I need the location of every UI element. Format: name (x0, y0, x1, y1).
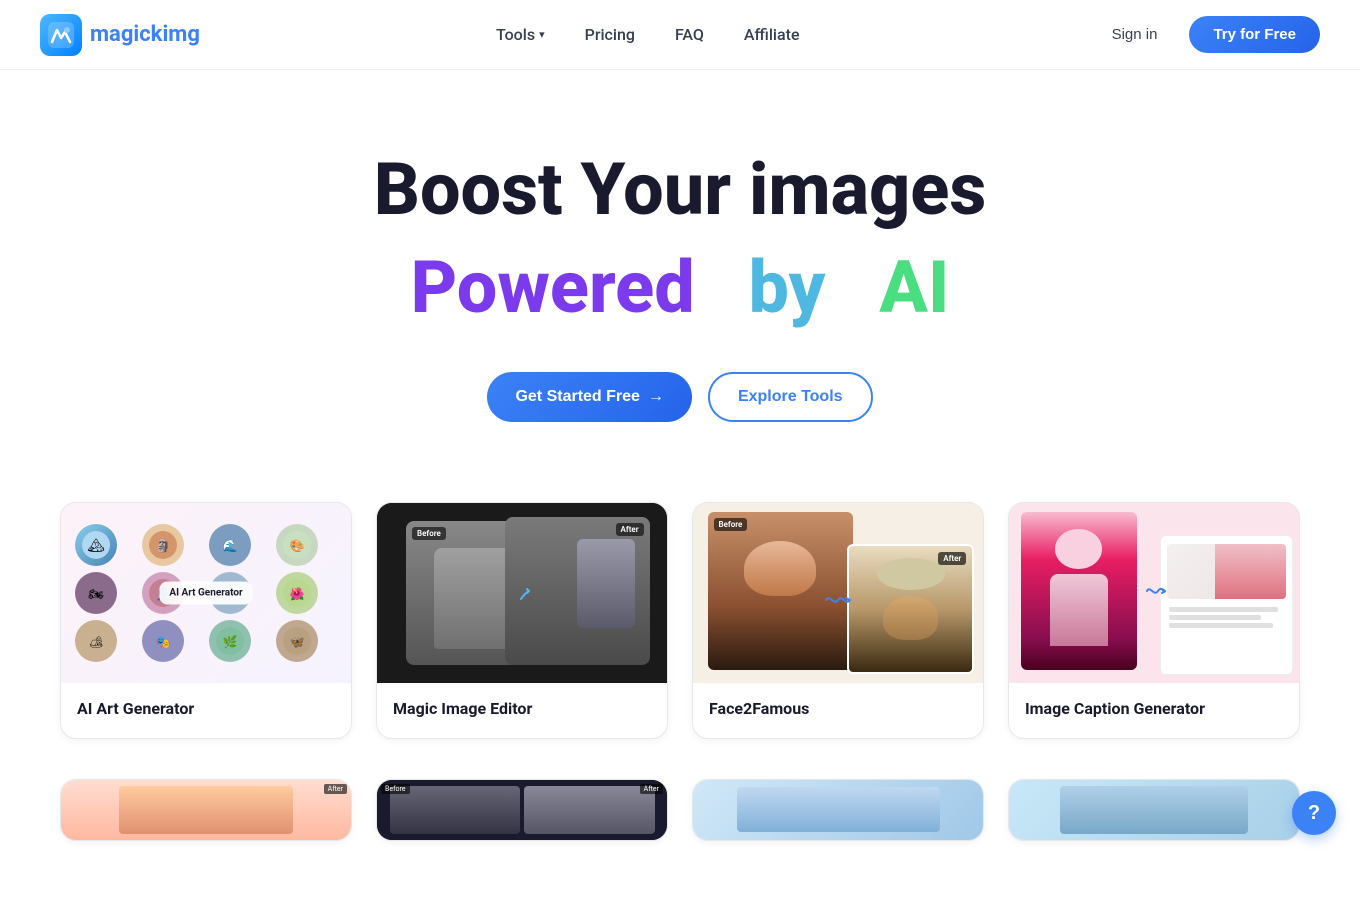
bottom1-after-tag: After (324, 784, 347, 794)
try-free-button[interactable]: Try for Free (1189, 16, 1320, 53)
card-magic-title: Magic Image Editor (377, 683, 667, 738)
explore-tools-button[interactable]: Explore Tools (708, 372, 873, 422)
svg-text:🌺: 🌺 (290, 587, 305, 601)
bottom2-after-tag: After (640, 784, 663, 794)
avatar-circle: 🦋 (276, 620, 318, 662)
svg-text:🎨: 🎨 (290, 538, 305, 553)
hero-buttons: Get Started Free → Explore Tools (20, 372, 1340, 422)
hero-subtitle: Powered by AI (20, 245, 1340, 331)
svg-text:🌊: 🌊 (223, 539, 238, 553)
svg-text:🦋: 🦋 (290, 635, 305, 649)
cards-row-1: 🏔 🗿 🌊 🎨 🏍 AI Art Generator 👤 (0, 482, 1360, 779)
nav-affiliate[interactable]: Affiliate (744, 25, 800, 44)
hero-powered: Powered (411, 245, 695, 330)
nav-links: Tools ▾ Pricing FAQ Affiliate (496, 25, 800, 44)
svg-text:🏕: 🏕 (88, 635, 103, 649)
before-label: Before (412, 527, 446, 540)
card-ai-art-title: AI Art Generator (61, 683, 351, 738)
navbar: magickimg Tools ▾ Pricing FAQ Affiliate … (0, 0, 1360, 70)
svg-text:🏔: 🏔 (87, 538, 105, 554)
card-caption-title: Image Caption Generator (1009, 683, 1299, 738)
help-button[interactable]: ? (1292, 791, 1336, 835)
logo-link[interactable]: magickimg (40, 14, 200, 56)
avatar-circle: 🌺 (276, 572, 318, 614)
sign-in-button[interactable]: Sign in (1096, 18, 1174, 51)
nav-actions: Sign in Try for Free (1096, 16, 1320, 53)
ai-art-center-label: AI Art Generator (159, 581, 252, 604)
avatar-circle: 🏕 (75, 620, 117, 662)
svg-text:🏍: 🏍 (88, 587, 103, 601)
get-started-button[interactable]: Get Started Free → (487, 372, 691, 422)
avatar-circle: 🏍 (75, 572, 117, 614)
card-bottom-3[interactable] (692, 779, 984, 841)
nav-tools[interactable]: Tools ▾ (496, 25, 545, 44)
svg-text:🎭: 🎭 (156, 635, 171, 649)
card-bottom-2-image: Before After (377, 780, 667, 840)
bottom2-before-tag: Before (381, 784, 410, 794)
card-bottom-1[interactable]: After (60, 779, 352, 841)
card-image-caption-generator[interactable]: Image Caption Generator (1008, 502, 1300, 739)
card-face2famous[interactable]: Before After (692, 502, 984, 739)
avatar-circle: 🗿 (142, 524, 184, 566)
after-label: After (616, 523, 644, 536)
tools-chevron-icon: ▾ (539, 28, 545, 41)
avatar-circle: 🎭 (142, 620, 184, 662)
card-magic-image: Before After (377, 503, 667, 683)
card-face2famous-title: Face2Famous (693, 683, 983, 738)
svg-text:🗿: 🗿 (156, 539, 171, 553)
nav-pricing[interactable]: Pricing (585, 25, 635, 44)
card-caption-image (1009, 503, 1299, 683)
card-bottom-3-image (693, 780, 983, 840)
hero-ai: AI (879, 245, 949, 330)
card-ai-art-image: 🏔 🗿 🌊 🎨 🏍 AI Art Generator 👤 (61, 503, 351, 683)
avatar-circle: 🌊 (209, 524, 251, 566)
arrow-right-icon: → (648, 388, 664, 406)
face-before-label: Before (714, 518, 748, 531)
hero-title: Boost Your images (20, 150, 1340, 229)
logo-icon (40, 14, 82, 56)
card-bottom-4-image (1009, 780, 1299, 840)
svg-text:🌿: 🌿 (223, 635, 238, 649)
card-ai-art-generator[interactable]: 🏔 🗿 🌊 🎨 🏍 AI Art Generator 👤 (60, 502, 352, 739)
nav-faq[interactable]: FAQ (675, 25, 704, 44)
card-bottom-1-image: After (61, 780, 351, 840)
card-bottom-4[interactable] (1008, 779, 1300, 841)
card-face-image: Before After (693, 503, 983, 683)
hero-section: Boost Your images Powered by AI Get Star… (0, 70, 1360, 482)
avatar-circle: 🎨 (276, 524, 318, 566)
face-after-label: After (938, 552, 966, 565)
avatar-circle: 🌿 (209, 620, 251, 662)
hero-by: by (749, 245, 826, 330)
avatar-circle: 🏔 (75, 524, 117, 566)
card-magic-image-editor[interactable]: Before After Magic (376, 502, 668, 739)
logo-text: magickimg (90, 22, 200, 47)
card-bottom-2[interactable]: Before After (376, 779, 668, 841)
cards-row-2: After Before After (0, 779, 1360, 901)
